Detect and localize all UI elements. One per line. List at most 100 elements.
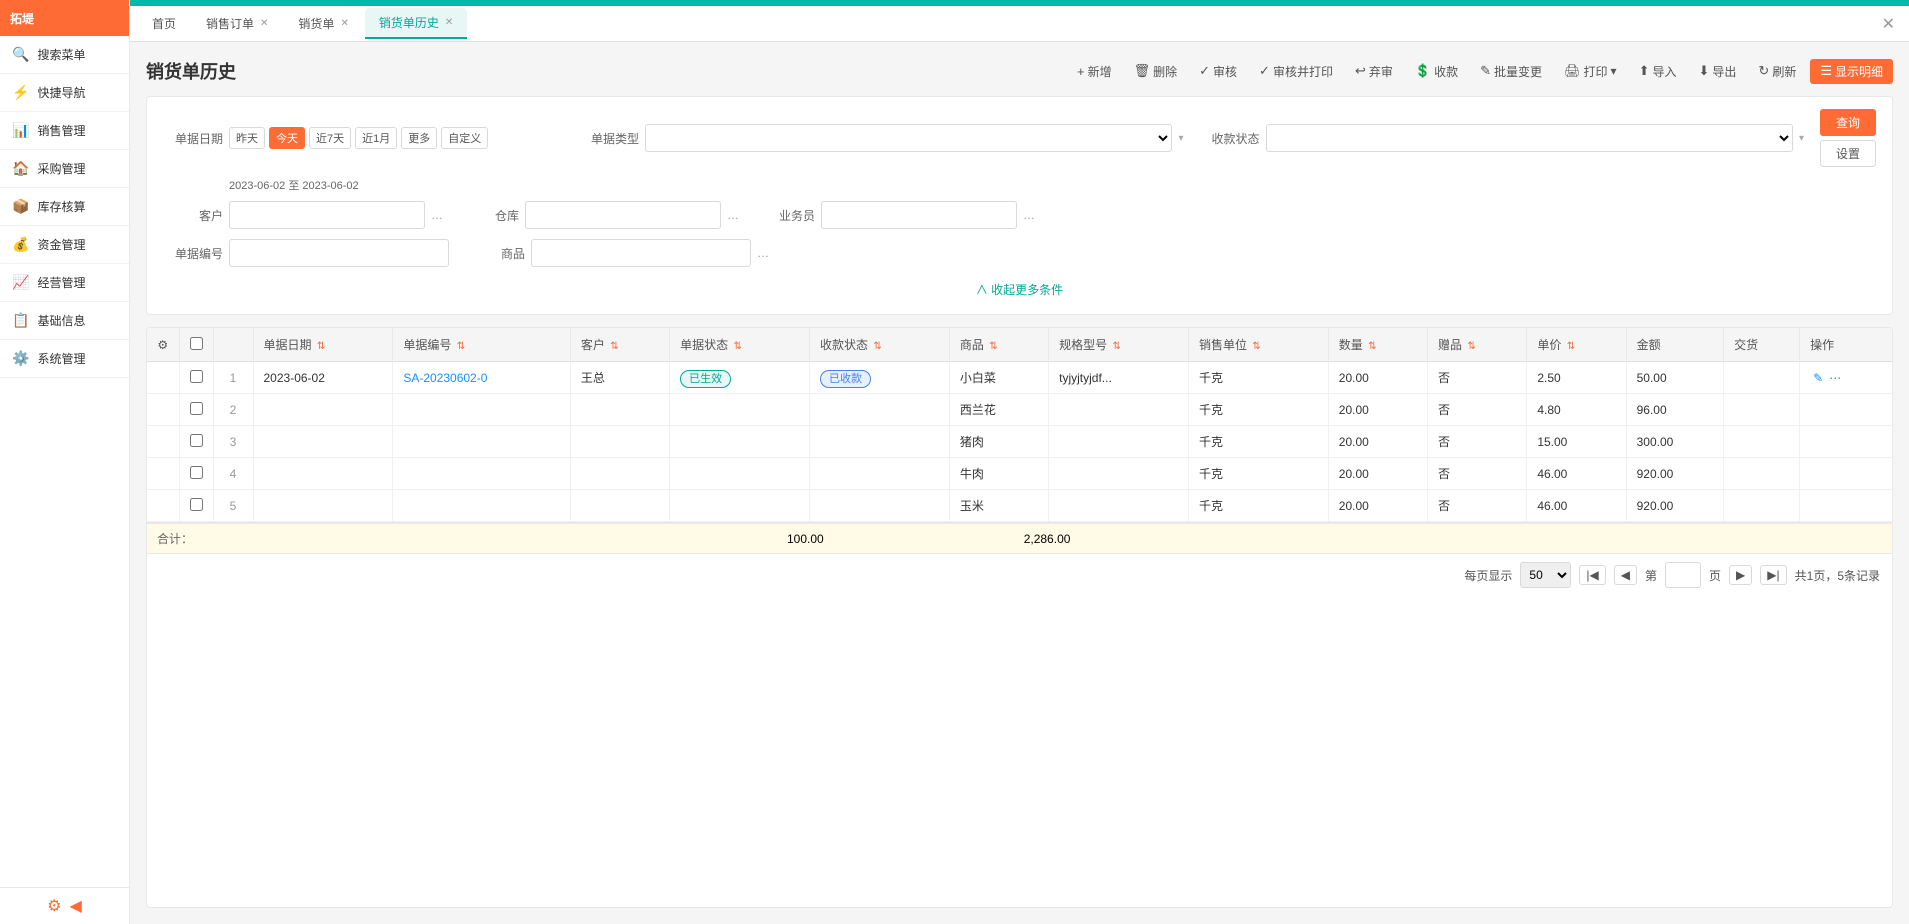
col-price[interactable]: 单价 ⇅ xyxy=(1527,328,1626,362)
sidebar-settings-btn[interactable]: ⚙ xyxy=(47,896,61,916)
more-btn[interactable]: ⋯ xyxy=(1826,371,1844,385)
select-all-checkbox[interactable] xyxy=(190,337,203,350)
per-page-select[interactable]: 50 100 200 xyxy=(1520,562,1571,588)
tab-sales-order-close[interactable]: ✕ xyxy=(260,18,268,29)
table-cell[interactable] xyxy=(393,458,571,490)
row-checkbox[interactable] xyxy=(190,466,203,479)
print-button[interactable]: 🖨 打印 ▾ xyxy=(1556,59,1625,84)
customer-dots[interactable]: … xyxy=(431,208,443,222)
page-input[interactable]: 1 xyxy=(1665,562,1701,588)
date-btn-custom[interactable]: 自定义 xyxy=(441,127,488,149)
salesperson-dots[interactable]: … xyxy=(1023,208,1035,222)
col-doc-status[interactable]: 单据状态 ⇅ xyxy=(670,328,810,362)
tab-sales-history[interactable]: 销货单历史 ✕ xyxy=(365,8,467,39)
table-cell[interactable] xyxy=(393,490,571,522)
sidebar-item-label: 基础信息 xyxy=(37,312,85,329)
last-page-btn[interactable]: ▶| xyxy=(1760,565,1786,585)
doc-link[interactable]: SA-20230602-0 xyxy=(403,371,487,385)
table-cell[interactable] xyxy=(1800,490,1892,522)
product-dots[interactable]: … xyxy=(757,246,769,260)
date-btn-today[interactable]: 今天 xyxy=(269,127,305,149)
salesperson-input[interactable] xyxy=(821,201,1017,229)
add-button[interactable]: + 新增 xyxy=(1069,59,1120,84)
col-docno[interactable]: 单据编号 ⇅ xyxy=(393,328,571,362)
sidebar-item-system[interactable]: ⚙️ 系统管理 xyxy=(0,340,129,378)
tab-sales-history-close[interactable]: ✕ xyxy=(445,17,453,28)
table-cell: 牛肉 xyxy=(949,458,1048,490)
col-settings[interactable]: ⚙ xyxy=(147,328,179,362)
table-cell: 4 xyxy=(213,458,253,490)
customer-input[interactable] xyxy=(229,201,425,229)
row-checkbox[interactable] xyxy=(190,434,203,447)
sidebar-item-purchase[interactable]: 🏠 采购管理 xyxy=(0,150,129,188)
col-gift[interactable]: 赠品 ⇅ xyxy=(1428,328,1527,362)
import-button[interactable]: ⬆ 导入 xyxy=(1631,59,1685,84)
sidebar-item-sales[interactable]: 📊 销售管理 xyxy=(0,112,129,150)
table-cell[interactable] xyxy=(1800,458,1892,490)
table-cell[interactable]: ✎⋯ xyxy=(1800,362,1892,394)
query-button[interactable]: 查询 xyxy=(1820,109,1876,136)
tab-home[interactable]: 首页 xyxy=(138,9,190,38)
col-unit[interactable]: 销售单位 ⇅ xyxy=(1188,328,1328,362)
table-cell[interactable] xyxy=(393,394,571,426)
tab-sales-order[interactable]: 销售订单 ✕ xyxy=(192,9,282,38)
refresh-button[interactable]: ↻ 刷新 xyxy=(1750,59,1804,84)
filter-row-3: 单据编号 商品 … xyxy=(163,239,1876,267)
table-cell[interactable] xyxy=(179,362,213,394)
col-date[interactable]: 单据日期 ⇅ xyxy=(253,328,393,362)
table-cell xyxy=(570,426,669,458)
close-all-tabs-btn[interactable]: ✕ xyxy=(1876,14,1901,34)
date-btn-yesterday[interactable]: 昨天 xyxy=(229,127,265,149)
col-customer[interactable]: 客户 ⇅ xyxy=(570,328,669,362)
display-detail-button[interactable]: ☰ 显示明细 xyxy=(1810,59,1893,84)
collapse-button[interactable]: ∧ 收起更多条件 xyxy=(163,277,1876,302)
sidebar-item-basic[interactable]: 📋 基础信息 xyxy=(0,302,129,340)
audit-button[interactable]: ✓ 审核 xyxy=(1191,59,1245,84)
col-spec[interactable]: 规格型号 ⇅ xyxy=(1049,328,1189,362)
abandon-button[interactable]: ↩ 弃审 xyxy=(1347,59,1401,84)
sidebar-item-operations[interactable]: 📈 经营管理 xyxy=(0,264,129,302)
filter-settings-button[interactable]: 设置 xyxy=(1820,140,1876,167)
row-checkbox[interactable] xyxy=(190,498,203,511)
doc-type-select[interactable] xyxy=(645,124,1172,152)
prev-page-btn[interactable]: ◀ xyxy=(1614,565,1637,585)
date-btn-more[interactable]: 更多 xyxy=(401,127,437,149)
table-cell[interactable] xyxy=(393,426,571,458)
warehouse-input[interactable] xyxy=(525,201,721,229)
sidebar-item-search[interactable]: 🔍 搜索菜单 xyxy=(0,36,129,74)
table-cell[interactable] xyxy=(1800,394,1892,426)
sidebar-collapse-btn[interactable]: ◀ xyxy=(70,896,82,916)
export-button[interactable]: ⬇ 导出 xyxy=(1690,59,1744,84)
col-product[interactable]: 商品 ⇅ xyxy=(949,328,1048,362)
sidebar-item-label: 资金管理 xyxy=(37,236,85,253)
table-cell[interactable] xyxy=(179,394,213,426)
table-cell[interactable] xyxy=(179,426,213,458)
date-btn-7days[interactable]: 近7天 xyxy=(309,127,351,149)
table-cell[interactable] xyxy=(1800,426,1892,458)
table-cell[interactable] xyxy=(179,490,213,522)
col-qty[interactable]: 数量 ⇅ xyxy=(1328,328,1427,362)
sidebar-item-inventory[interactable]: 📦 库存核算 xyxy=(0,188,129,226)
payment-status-select[interactable] xyxy=(1266,124,1793,152)
sidebar-item-finance[interactable]: 💰 资金管理 xyxy=(0,226,129,264)
first-page-btn[interactable]: |◀ xyxy=(1579,565,1605,585)
docno-input[interactable] xyxy=(229,239,449,267)
table-cell[interactable]: SA-20230602-0 xyxy=(393,362,571,394)
collect-button[interactable]: 💲 收款 xyxy=(1407,59,1466,84)
row-checkbox[interactable] xyxy=(190,370,203,383)
col-pay-status[interactable]: 收款状态 ⇅ xyxy=(810,328,950,362)
edit-btn[interactable]: ✎ xyxy=(1810,371,1826,385)
row-checkbox[interactable] xyxy=(190,402,203,415)
tab-sales-delivery-close[interactable]: ✕ xyxy=(340,18,348,29)
next-page-btn[interactable]: ▶ xyxy=(1729,565,1752,585)
delete-button[interactable]: 🗑 删除 xyxy=(1126,59,1186,84)
batch-change-button[interactable]: ✎ 批量变更 xyxy=(1472,59,1550,84)
table-cell: 千克 xyxy=(1188,458,1328,490)
audit-print-button[interactable]: ✓ 审核并打印 xyxy=(1251,59,1341,84)
table-cell[interactable] xyxy=(179,458,213,490)
date-btn-1month[interactable]: 近1月 xyxy=(355,127,397,149)
product-input[interactable] xyxy=(531,239,751,267)
warehouse-dots[interactable]: … xyxy=(727,208,739,222)
sidebar-item-quicknav[interactable]: ⚡ 快捷导航 xyxy=(0,74,129,112)
tab-sales-delivery[interactable]: 销货单 ✕ xyxy=(284,9,362,38)
